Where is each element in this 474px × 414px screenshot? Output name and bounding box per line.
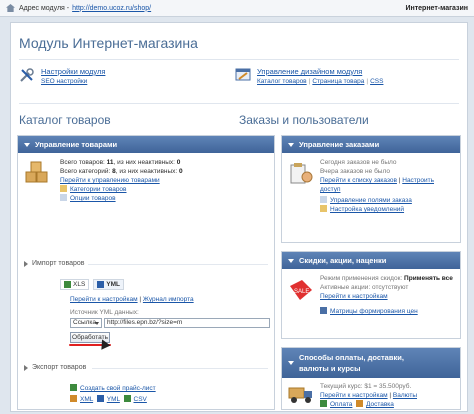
- export-xml-link[interactable]: XML: [80, 396, 93, 403]
- delivery-link[interactable]: Доставка: [366, 401, 394, 408]
- payment-link[interactable]: Оплата: [330, 401, 352, 408]
- address-label: Адрес модуля -: [19, 4, 70, 12]
- orders-list-link[interactable]: Перейти к списку заказов: [320, 177, 397, 184]
- import-section-toggle[interactable]: Импорт товаров: [24, 260, 84, 267]
- top-address-bar: Адрес модуля - http://demo.ucoz.ru/shop/…: [0, 0, 474, 17]
- payment-icon: [320, 400, 327, 407]
- module-links-row: Настройки модуля SEO настройки Управлени…: [19, 67, 459, 97]
- export-section-toggle[interactable]: Экспорт товаров: [24, 364, 86, 371]
- price-list-icon: [70, 384, 77, 391]
- design-icon: [235, 68, 251, 81]
- divider: [19, 59, 459, 60]
- xml-icon: [70, 395, 77, 402]
- svg-text:SALE: SALE: [294, 289, 309, 295]
- catalog-section-title: Каталог товаров: [19, 113, 111, 127]
- goods-panel-header[interactable]: Управление товарами: [18, 136, 274, 153]
- collapse-icon: [24, 142, 30, 147]
- order-fields-link[interactable]: Управление полями заказа: [330, 197, 412, 204]
- source-label: Источник YML данных:: [70, 309, 139, 316]
- payment-settings-link[interactable]: Перейти к настройкам: [320, 392, 388, 399]
- yml-icon: [96, 395, 104, 402]
- design-product-page-link[interactable]: Страница товара: [312, 78, 364, 85]
- design-catalog-link[interactable]: Каталог товаров: [257, 78, 307, 85]
- today-orders: Сегодня заказов не было: [320, 159, 397, 166]
- categories-link[interactable]: Категории товаров: [70, 186, 127, 193]
- page-title: Модуль Интернет-магазина: [19, 35, 198, 51]
- payment-info: Текущий курс: $1 = 35.500руб. Перейти к …: [320, 383, 418, 408]
- delivery-truck-icon: [288, 387, 312, 403]
- discounts-panel: Скидки, акции, наценки SALE Режим примен…: [281, 251, 461, 339]
- source-type-select[interactable]: Ссылка: [70, 318, 102, 328]
- chevron-down-icon: [95, 322, 99, 325]
- payment-panel-header[interactable]: Способы оплаты, доставки, валюты и курсы: [282, 348, 460, 378]
- collapse-icon: [288, 258, 294, 263]
- options-link[interactable]: Опции товаров: [70, 195, 116, 202]
- collapse-icon: [288, 142, 294, 147]
- discount-settings-link[interactable]: Перейти к настройкам: [320, 293, 388, 300]
- xls-icon: [64, 281, 71, 288]
- section-title: Интернет-магазин: [405, 4, 468, 12]
- goods-panel: Управление товарами Всего товаров: 11, и…: [17, 135, 275, 410]
- price-matrix-link[interactable]: Матрицы формирования цен: [330, 308, 418, 315]
- expand-icon: [24, 364, 28, 371]
- collapse-icon: [288, 361, 294, 365]
- source-url-input[interactable]: http://files.epn.bz/?size=m: [104, 318, 270, 328]
- import-log-link[interactable]: Журнал импорта: [143, 296, 194, 303]
- discount-info: Режим применения скидок: Применять все А…: [320, 275, 453, 315]
- setup-access-link-2[interactable]: доступ: [320, 186, 340, 193]
- orders-panel: Управление заказами Сегодня заказов не б…: [281, 135, 461, 243]
- currency-rate: Текущий курс: $1 = 35.500руб.: [320, 383, 412, 390]
- csv-icon: [123, 395, 131, 402]
- delivery-icon: [356, 400, 363, 407]
- orders-section-title: Заказы и пользователи: [239, 113, 369, 127]
- options-icon: [60, 194, 67, 201]
- import-settings-link[interactable]: Перейти к настройкам: [70, 296, 138, 303]
- module-settings-link[interactable]: Настройки модуля: [41, 67, 105, 76]
- home-icon[interactable]: [6, 4, 15, 12]
- tab-yml[interactable]: YML: [93, 279, 125, 290]
- discounts-panel-header[interactable]: Скидки, акции, наценки: [282, 252, 460, 269]
- design-management-link[interactable]: Управление дизайном модуля: [257, 67, 362, 76]
- yesterday-orders: Вчера заказов не было: [320, 168, 390, 175]
- envelope-icon: [320, 205, 327, 212]
- currencies-link[interactable]: Валюты: [393, 392, 417, 399]
- clipboard-icon: [290, 163, 313, 184]
- import-format-tabs: XLS YML: [60, 279, 125, 290]
- tab-xls[interactable]: XLS: [60, 279, 90, 290]
- export-csv-link[interactable]: CSV: [134, 396, 147, 403]
- boxes-icon: [25, 161, 48, 183]
- export-yml-link[interactable]: YML: [107, 396, 120, 403]
- yml-icon: [97, 281, 105, 288]
- seo-settings-link[interactable]: SEO настройки: [41, 78, 87, 85]
- goods-stats: Всего товаров: 11, из них неактивных: 0 …: [60, 159, 183, 202]
- divider: [88, 264, 268, 265]
- create-price-list-link[interactable]: Создать свой прайс-лист: [80, 385, 156, 392]
- module-address-link[interactable]: http://demo.ucoz.ru/shop/: [72, 5, 151, 12]
- folder-icon: [60, 185, 67, 192]
- design-cell: Управление дизайном модуля Каталог товар…: [235, 67, 459, 97]
- manage-goods-link[interactable]: Перейти к управлению товарами: [60, 177, 160, 184]
- import-links: Перейти к настройкам | Журнал импорта: [70, 296, 194, 303]
- matrix-icon: [320, 307, 327, 314]
- active-promos: Активные акции: отсутствуют: [320, 284, 409, 291]
- export-format-row: XML YML CSV: [70, 395, 147, 404]
- design-css-link[interactable]: CSS: [370, 78, 383, 85]
- sale-tag-icon: SALE: [290, 280, 312, 300]
- payment-panel: Способы оплаты, доставки, валюты и курсы …: [281, 347, 461, 410]
- divider: [19, 103, 459, 104]
- notifications-link[interactable]: Настройка уведомлений: [330, 206, 404, 213]
- main-content: Модуль Интернет-магазина Настройки модул…: [10, 22, 468, 412]
- settings-cell: Настройки модуля SEO настройки: [19, 67, 243, 97]
- tools-icon: [20, 68, 34, 82]
- fields-icon: [320, 196, 327, 203]
- expand-icon: [24, 260, 28, 267]
- divider: [92, 368, 268, 369]
- orders-panel-header[interactable]: Управление заказами: [282, 136, 460, 153]
- price-list-row: Создать свой прайс-лист: [70, 384, 156, 393]
- orders-info: Сегодня заказов не было Вчера заказов не…: [320, 159, 435, 213]
- setup-access-link[interactable]: Настроить: [402, 177, 434, 184]
